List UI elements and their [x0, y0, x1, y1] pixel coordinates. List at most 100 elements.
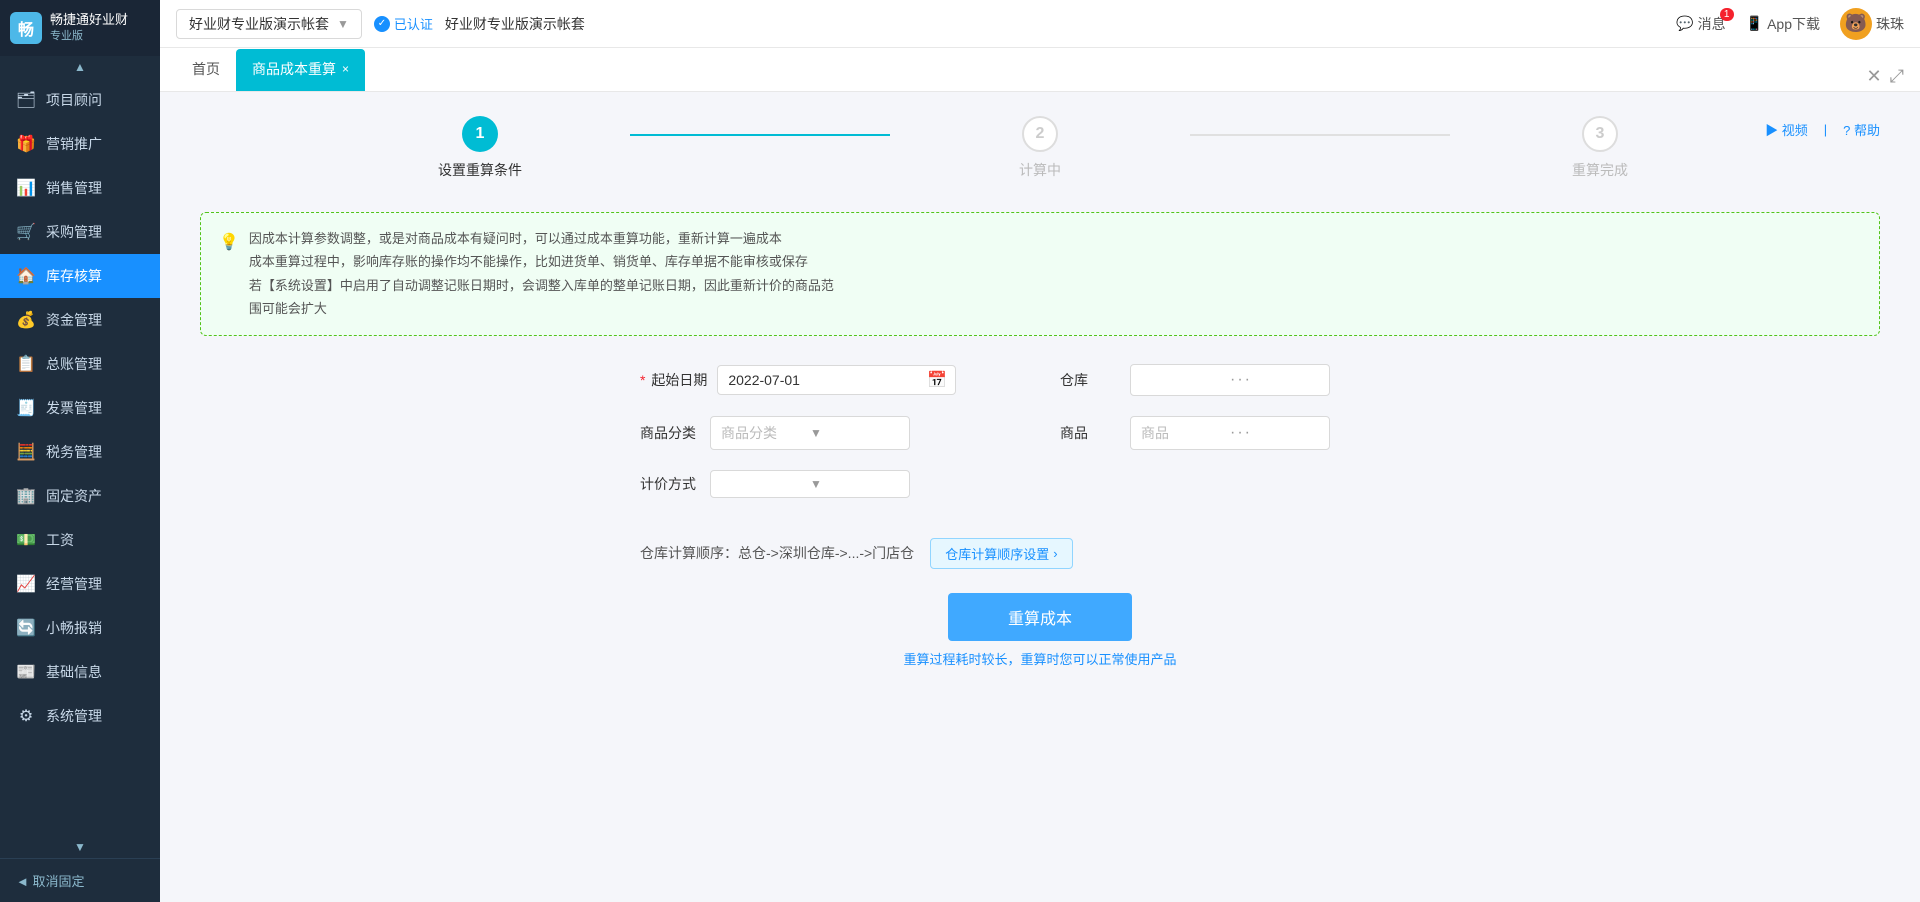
- avatar: 🐻: [1840, 8, 1872, 40]
- step-2-label: 计算中: [1019, 160, 1061, 180]
- warehouse-field: 仓库 ···: [1060, 364, 1440, 396]
- sidebar-scroll-up[interactable]: ▲: [0, 56, 160, 78]
- recalc-hint: 重算过程耗时较长，重算时您可以正常使用产品: [640, 649, 1440, 668]
- app-logo-text: 畅捷通好业财 专业版: [50, 12, 128, 43]
- sidebar: 畅 畅捷通好业财 专业版 ▲ 🗂 项目顾问 🎁 营销推广 📊 销售管理 🛒 采购…: [0, 0, 160, 902]
- sidebar-item-invoice[interactable]: 🧾 发票管理: [0, 386, 160, 430]
- step-line-2-3: [1190, 134, 1450, 136]
- info-text: 因成本计算参数调整，或是对商品成本有疑问时，可以通过成本重算功能，重新计算一遍成…: [249, 227, 834, 321]
- goods-field: 商品 商品 ···: [1060, 416, 1440, 450]
- system-icon: ⚙: [16, 706, 36, 726]
- help-link[interactable]: ? 帮助: [1843, 120, 1880, 139]
- dots-icon[interactable]: ···: [1230, 424, 1319, 442]
- inventory-icon: 🏠: [16, 266, 36, 286]
- tax-icon: 🧮: [16, 442, 36, 462]
- form-row-1: * 起始日期 📅 仓库 ···: [640, 364, 1440, 396]
- topbar: 好业财专业版演示帐套 ▼ ✓ 已认证 好业财专业版演示帐套 💬 消息 1 📱 A…: [160, 0, 1920, 48]
- app-download-button[interactable]: 📱 App下载: [1746, 14, 1820, 34]
- cert-badge: ✓ 已认证: [374, 14, 433, 33]
- start-date-input[interactable]: 📅: [717, 365, 956, 395]
- message-button[interactable]: 💬 消息 1: [1676, 14, 1725, 34]
- pricing-field: 计价方式 ▼: [640, 470, 910, 498]
- sidebar-item-payroll[interactable]: 💵 工资: [0, 518, 160, 562]
- step-2-circle: 2: [1022, 116, 1058, 152]
- topbar-account-name: 好业财专业版演示帐套: [445, 14, 585, 34]
- sidebar-item-business[interactable]: 📈 经营管理: [0, 562, 160, 606]
- sidebar-nav: 🗂 项目顾问 🎁 营销推广 📊 销售管理 🛒 采购管理 🏠 库存核算 💰 资金管…: [0, 78, 160, 836]
- warehouse-order-label: 仓库计算顺序：总仓->深圳仓库->...->门店仓: [640, 543, 914, 563]
- category-label: 商品分类: [640, 423, 700, 443]
- tabbar-actions: ✕ ⤢: [1867, 66, 1905, 91]
- warehouse-label: 仓库: [1060, 370, 1120, 390]
- sidebar-item-projects[interactable]: 🗂 项目顾问: [0, 78, 160, 122]
- step-1: 1 设置重算条件: [330, 116, 630, 180]
- sidebar-item-tax[interactable]: 🧮 税务管理: [0, 430, 160, 474]
- sidebar-item-inventory[interactable]: 🏠 库存核算: [0, 254, 160, 298]
- start-date-label: * 起始日期: [640, 370, 707, 390]
- page-content: 1 设置重算条件 2 计算中 3 重算完成 ▶ 视频 | ?: [160, 92, 1920, 902]
- projects-icon: 🗂: [16, 90, 36, 110]
- warehouse-order-row: 仓库计算顺序：总仓->深圳仓库->...->门店仓 仓库计算顺序设置 ›: [640, 538, 1440, 569]
- sidebar-scroll-down[interactable]: ▼: [0, 836, 160, 858]
- sidebar-item-purchase[interactable]: 🛒 采购管理: [0, 210, 160, 254]
- expense-icon: 🔄: [16, 618, 36, 638]
- shield-icon: ✓: [374, 16, 390, 32]
- date-text-input[interactable]: [718, 366, 919, 394]
- chevron-down-icon: ▼: [337, 17, 349, 31]
- step-2: 2 计算中: [890, 116, 1190, 180]
- sidebar-item-system[interactable]: ⚙ 系统管理: [0, 694, 160, 738]
- calendar-icon[interactable]: 📅: [919, 370, 955, 390]
- message-icon: 💬: [1676, 15, 1693, 32]
- sidebar-item-expense[interactable]: 🔄 小畅报销: [0, 606, 160, 650]
- sidebar-item-finance[interactable]: 💰 资金管理: [0, 298, 160, 342]
- invoice-icon: 🧾: [16, 398, 36, 418]
- tab-home[interactable]: 首页: [176, 49, 236, 91]
- sidebar-cancel-pin[interactable]: ◄ 取消固定: [0, 858, 160, 902]
- sidebar-item-assets[interactable]: 🏢 固定资产: [0, 474, 160, 518]
- warehouse-order-settings-button[interactable]: 仓库计算顺序设置 ›: [930, 538, 1072, 569]
- tab-cost-recalc[interactable]: 商品成本重算 ×: [236, 49, 365, 91]
- warning-icon: 💡: [219, 229, 239, 321]
- purchase-icon: 🛒: [16, 222, 36, 242]
- main-container: 好业财专业版演示帐套 ▼ ✓ 已认证 好业财专业版演示帐套 💬 消息 1 📱 A…: [160, 0, 1920, 902]
- sidebar-item-marketing[interactable]: 🎁 营销推广: [0, 122, 160, 166]
- accounting-icon: 📋: [16, 354, 36, 374]
- goods-input[interactable]: 商品 ···: [1130, 416, 1330, 450]
- category-field: 商品分类 商品分类 ▼: [640, 416, 1020, 450]
- account-selector[interactable]: 好业财专业版演示帐套 ▼: [176, 9, 362, 39]
- category-select[interactable]: 商品分类 ▼: [710, 416, 910, 450]
- sidebar-item-accounting[interactable]: 📋 总账管理: [0, 342, 160, 386]
- pricing-select[interactable]: ▼: [710, 470, 910, 498]
- recalc-button[interactable]: 重算成本: [948, 593, 1132, 641]
- dots-icon[interactable]: ···: [1230, 371, 1319, 389]
- goods-label: 商品: [1060, 423, 1120, 443]
- chevron-down-icon: ▼: [810, 426, 899, 440]
- required-star: *: [640, 372, 645, 388]
- payroll-icon: 💵: [16, 530, 36, 550]
- phone-icon: 📱: [1746, 15, 1763, 32]
- step-line-1-2: [630, 134, 890, 136]
- sidebar-item-baseinfo[interactable]: 📰 基础信息: [0, 650, 160, 694]
- form-section: * 起始日期 📅 仓库 ···: [640, 364, 1440, 668]
- video-link[interactable]: ▶ 视频: [1765, 120, 1808, 139]
- start-date-field: * 起始日期 📅: [640, 365, 1020, 395]
- user-avatar-button[interactable]: 🐻 珠珠: [1840, 8, 1904, 40]
- warehouse-input[interactable]: ···: [1130, 364, 1330, 396]
- stepper: 1 设置重算条件 2 计算中 3 重算完成 ▶ 视频 | ?: [200, 116, 1880, 180]
- info-box: 💡 因成本计算参数调整，或是对商品成本有疑问时，可以通过成本重算功能，重新计算一…: [200, 212, 1880, 336]
- step-1-circle: 1: [462, 116, 498, 152]
- step-3-circle: 3: [1582, 116, 1618, 152]
- tab-close-icon[interactable]: ×: [342, 62, 349, 76]
- pricing-label: 计价方式: [640, 474, 700, 494]
- app-logo-icon: 畅: [10, 12, 42, 44]
- marketing-icon: 🎁: [16, 134, 36, 154]
- stepper-help: ▶ 视频 | ? 帮助: [1765, 120, 1880, 139]
- sales-icon: 📊: [16, 178, 36, 198]
- baseinfo-icon: 📰: [16, 662, 36, 682]
- chevron-down-icon: ▼: [810, 477, 899, 491]
- sidebar-item-sales[interactable]: 📊 销售管理: [0, 166, 160, 210]
- chevron-right-icon: ›: [1053, 546, 1057, 561]
- expand-icon[interactable]: ⤢: [1890, 66, 1904, 87]
- step-3-label: 重算完成: [1572, 160, 1628, 180]
- close-window-icon[interactable]: ✕: [1867, 66, 1882, 87]
